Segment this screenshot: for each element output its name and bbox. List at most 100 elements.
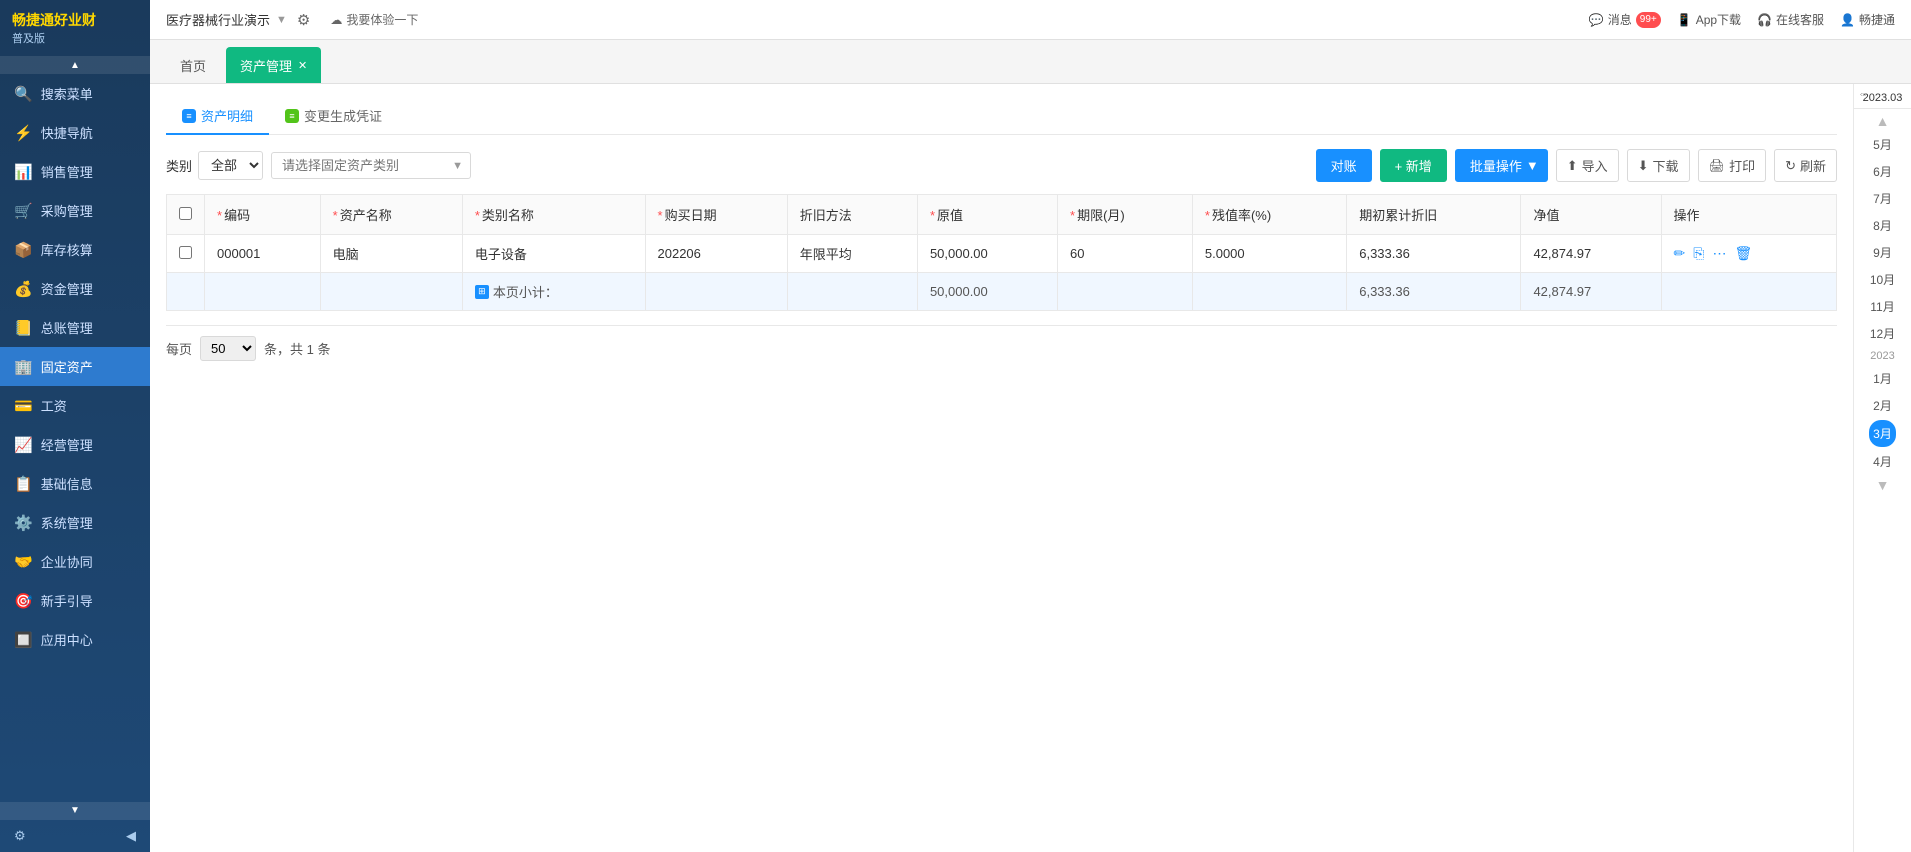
cell-depreciation_method: 年限平均 <box>787 235 917 273</box>
company-chevron-icon: ▼ <box>276 14 287 26</box>
sidebar-icon-quick-nav: ⚡ <box>14 124 33 142</box>
sidebar-label-basic-info: 基础信息 <box>41 474 93 493</box>
tab-close-icon[interactable]: ✕ <box>298 59 307 72</box>
topbar-company: 医疗器械行业演示 ▼ <box>166 10 287 29</box>
month-item-10月[interactable]: 10月 <box>1866 266 1899 293</box>
sidebar-settings-icon[interactable]: ⚙ <box>14 828 26 844</box>
sidebar-icon-general-ledger: 📒 <box>14 319 33 337</box>
category-input[interactable] <box>271 152 471 179</box>
tab-home[interactable]: 首页 <box>166 47 220 83</box>
settings-gear-icon[interactable]: ⚙ <box>297 11 310 29</box>
month-item-5月[interactable]: 5月 <box>1866 131 1899 158</box>
sidebar-icon-payroll: 💳 <box>14 397 33 415</box>
cloud-icon: ☁ <box>330 13 342 27</box>
sidebar-collapse-icon[interactable]: ◀ <box>126 828 136 844</box>
month-item-8月[interactable]: 8月 <box>1866 212 1899 239</box>
sidebar-icon-enterprise: 🤝 <box>14 553 33 571</box>
table-col-depreciation_method: 折旧方法 <box>787 195 917 235</box>
sidebar-label-fixed-assets: 固定资产 <box>41 357 93 376</box>
message-btn[interactable]: 💬 消息 99+ <box>1589 11 1661 28</box>
edit-icon[interactable]: ✏ <box>1674 245 1686 262</box>
refresh-button[interactable]: ↻ 刷新 <box>1774 149 1837 182</box>
sidebar-item-general-ledger[interactable]: 📒总账管理 <box>0 308 150 347</box>
subtotal-label-cell: ⊞本页小计： <box>462 273 645 311</box>
subtotal-action-cell <box>1661 273 1836 311</box>
panel-expand-icon[interactable]: ⇔ <box>1858 88 1869 100</box>
app-logo: 畅捷通好业财 普及版 <box>0 0 150 57</box>
month-curr-1月[interactable]: 1月 <box>1863 365 1902 392</box>
sub-tab-voucher[interactable]: ≡ 变更生成凭证 <box>269 98 398 135</box>
sidebar-icon-app-center: 🔲 <box>14 631 33 649</box>
more-icon[interactable]: ⋯ <box>1712 245 1726 262</box>
row-checkbox[interactable] <box>179 246 192 259</box>
delete-icon[interactable]: 🗑 <box>1734 245 1752 262</box>
user-area[interactable]: 👤 畅捷通 <box>1840 11 1895 28</box>
message-label: 消息 <box>1608 11 1632 28</box>
sidebar-item-search-menu[interactable]: 🔍搜索菜单 <box>0 74 150 113</box>
sidebar-item-sales[interactable]: 📊销售管理 <box>0 152 150 191</box>
table-body: 000001电脑电子设备202206年限平均50,000.00605.00006… <box>167 235 1837 311</box>
month-item-9月[interactable]: 9月 <box>1866 239 1899 266</box>
sidebar-scroll-up[interactable]: ▲ <box>0 57 150 74</box>
cell-residual_rate: 5.0000 <box>1192 235 1346 273</box>
sidebar-label-payroll: 工资 <box>41 396 67 415</box>
batch-button[interactable]: 批量操作 ▼ <box>1455 149 1548 182</box>
asset-tab-label: 资产管理 <box>240 56 292 75</box>
sidebar-item-enterprise[interactable]: 🤝企业协同 <box>0 542 150 581</box>
table-col-net_value: 净值 <box>1521 195 1661 235</box>
toolbar-right: 对账 + 新增 批量操作 ▼ ⬆ 导入 ⬇ 下载 <box>1316 149 1837 182</box>
table-col-category: *类别名称 <box>462 195 645 235</box>
table-col-name: *资产名称 <box>320 195 462 235</box>
sidebar-scroll-down[interactable]: ▼ <box>0 802 150 819</box>
topbar-right: 💬 消息 99+ 📱 App下载 🎧 在线客服 👤 畅捷通 <box>1589 11 1895 28</box>
panel-scroll-down-icon[interactable]: ▼ <box>1874 475 1892 495</box>
online-service-btn[interactable]: 🎧 在线客服 <box>1757 11 1824 28</box>
reconcile-button[interactable]: 对账 <box>1316 149 1372 182</box>
trial-label[interactable]: 我要体验一下 <box>346 11 418 28</box>
batch-chevron-icon: ▼ <box>1526 158 1539 173</box>
download-button[interactable]: ⬇ 下载 <box>1627 149 1690 182</box>
category-select[interactable]: 全部 <box>198 151 263 180</box>
month-item-12月[interactable]: 12月 <box>1866 320 1899 347</box>
sidebar-item-business-mgmt[interactable]: 📈经营管理 <box>0 425 150 464</box>
copy-icon[interactable]: ⎘ <box>1693 245 1704 262</box>
sidebar-item-fixed-assets[interactable]: 🏢固定资产 <box>0 347 150 386</box>
subtotal-net-value: 42,874.97 <box>1521 273 1661 311</box>
sidebar-icon-inventory: 📦 <box>14 241 33 259</box>
import-button[interactable]: ⬆ 导入 <box>1556 149 1619 182</box>
company-name: 医疗器械行业演示 <box>166 10 270 29</box>
sidebar-item-inventory[interactable]: 📦库存核算 <box>0 230 150 269</box>
month-item-11月[interactable]: 11月 <box>1866 293 1899 320</box>
month-item-7月[interactable]: 7月 <box>1866 185 1899 212</box>
app-download-btn[interactable]: 📱 App下载 <box>1677 11 1741 28</box>
panel-scroll-up-icon[interactable]: ▲ <box>1874 111 1892 131</box>
month-item-6月[interactable]: 6月 <box>1866 158 1899 185</box>
sidebar-item-tutorial[interactable]: 🎯 新手引导 <box>0 581 150 620</box>
print-button[interactable]: 🖨 打印 <box>1698 149 1767 182</box>
batch-label: 批量操作 <box>1470 156 1522 175</box>
sidebar-label-tutorial: 新手引导 <box>41 591 93 610</box>
sidebar-item-payroll[interactable]: 💳 工资 <box>0 386 150 425</box>
month-curr-2月[interactable]: 2月 <box>1863 392 1902 419</box>
sidebar-item-app-center[interactable]: 🔲应用中心 <box>0 620 150 659</box>
per-page-select[interactable]: 102050100 <box>200 336 256 361</box>
cell-name: 电脑 <box>320 235 462 273</box>
sidebar-item-quick-nav[interactable]: ⚡快捷导航 <box>0 113 150 152</box>
sidebar-item-fund[interactable]: 💰资金管理 <box>0 269 150 308</box>
sidebar-item-purchase[interactable]: 🛒采购管理 <box>0 191 150 230</box>
tab-asset-management[interactable]: 资产管理 ✕ <box>226 47 321 83</box>
select-all-checkbox[interactable] <box>179 207 192 220</box>
month-curr-3月[interactable]: 3月 <box>1869 420 1896 447</box>
sidebar-label-business-mgmt: 经营管理 <box>41 435 93 454</box>
sub-tab-asset-detail[interactable]: ≡ 资产明细 <box>166 98 269 135</box>
user-name: 畅捷通 <box>1859 11 1895 28</box>
sidebar-icon-tutorial: 🎯 <box>14 592 33 610</box>
subtotal-check-cell <box>167 273 205 311</box>
sidebar-item-basic-info[interactable]: 📋基础信息 <box>0 464 150 503</box>
sidebar-item-system-mgmt[interactable]: ⚙️系统管理 <box>0 503 150 542</box>
month-curr-4月[interactable]: 4月 <box>1863 448 1902 475</box>
sidebar-label-purchase: 采购管理 <box>41 201 93 220</box>
refresh-icon: ↻ <box>1785 158 1796 174</box>
new-button[interactable]: + 新增 <box>1380 149 1447 182</box>
cell-original_value: 50,000.00 <box>917 235 1057 273</box>
